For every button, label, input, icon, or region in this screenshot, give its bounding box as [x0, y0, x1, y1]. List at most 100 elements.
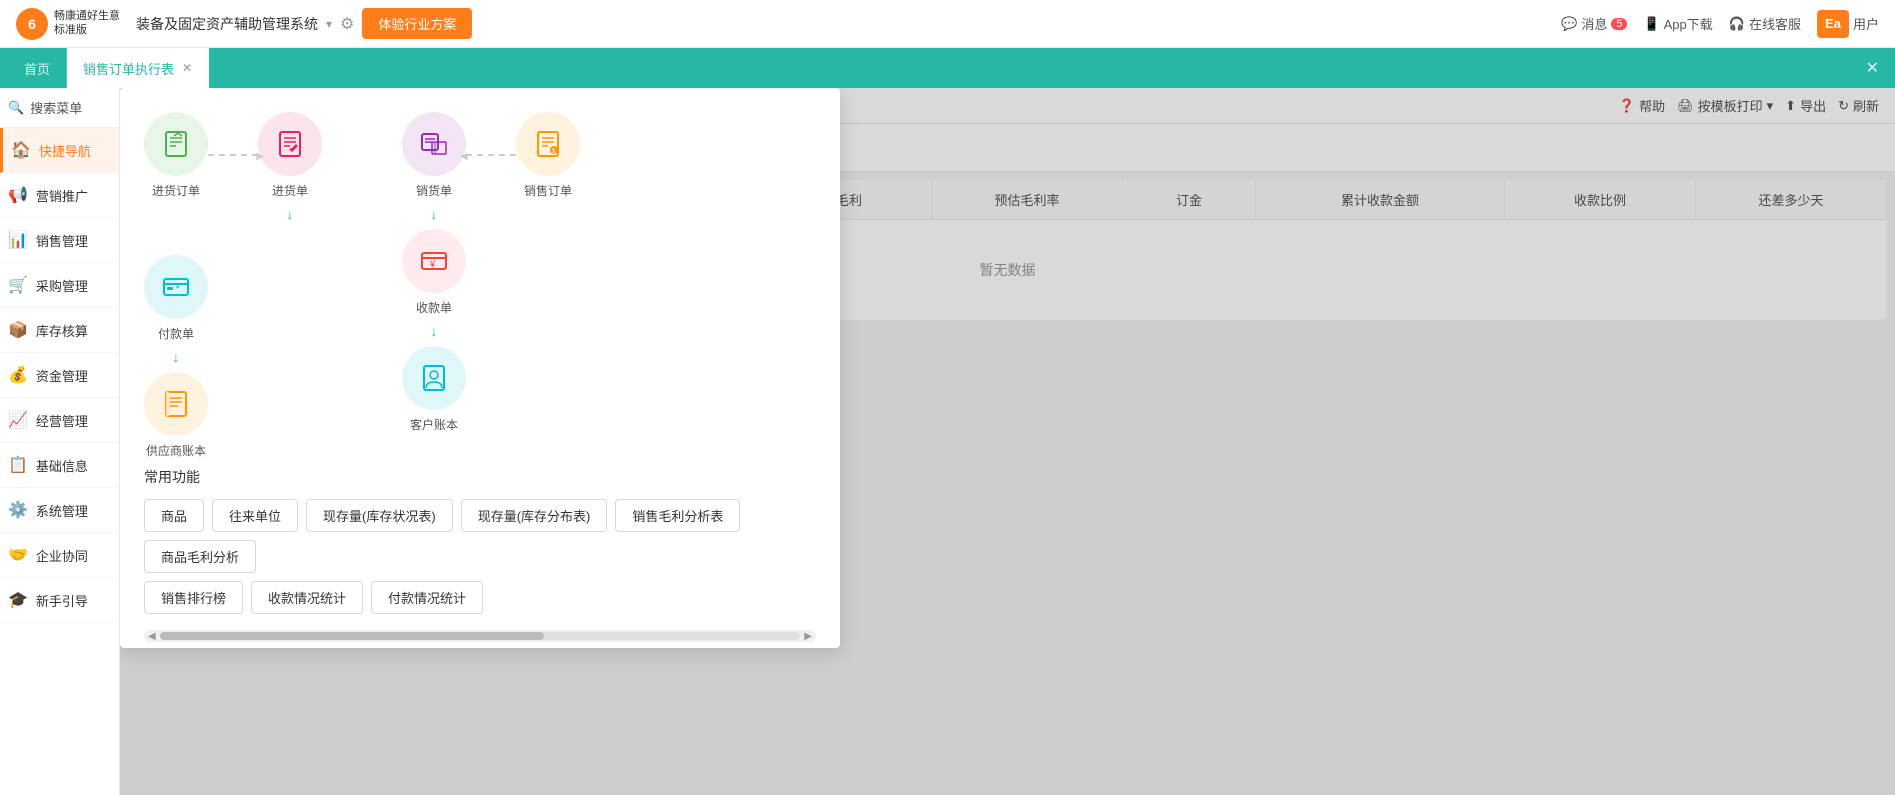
sidebar-item-marketing[interactable]: 📢 营销推广 — [0, 173, 119, 218]
common-title: 常用功能 — [144, 467, 816, 487]
supplier-ledger-icon — [144, 372, 208, 436]
flow-item-receipt[interactable]: ¥ 收款单 — [402, 229, 466, 316]
sidebar-item-finance[interactable]: 💰 资金管理 — [0, 353, 119, 398]
common-functions: 常用功能 商品 往来单位 现存量(库存状况表) 现存量(库存分布表) 销售毛利分… — [144, 467, 816, 614]
modal-overlay: 进货订单 ¥ 付款单 ↓ — [120, 88, 1895, 795]
chart-icon: 📈 — [8, 410, 28, 430]
sidebar-item-purchase[interactable]: 🛒 采购管理 — [0, 263, 119, 308]
sidebar-item-system[interactable]: ⚙️ 系统管理 — [0, 488, 119, 533]
handshake-icon: 🤝 — [8, 545, 28, 565]
tab-sales-order[interactable]: 销售订单执行表 ✕ — [67, 48, 209, 88]
flow-item-payment[interactable]: ¥ 付款单 — [144, 255, 208, 342]
tab-close-icon[interactable]: ✕ — [182, 61, 192, 75]
func-btn-stock-dist[interactable]: 现存量(库存分布表) — [461, 499, 608, 532]
sidebar: 🔍 搜索菜单 🏠 快捷导航 📢 营销推广 📊 销售管理 🛒 采购管理 📦 库存核… — [0, 88, 120, 795]
trial-button[interactable]: 体验行业方案 — [362, 8, 472, 39]
sidebar-item-basic-info[interactable]: 📋 基础信息 — [0, 443, 119, 488]
content-area: ❓ 帮助 🖨 按模板打印 ▾ ⬆ 导出 ↻ 刷新 — [120, 88, 1895, 795]
flow-item-purchase-order[interactable]: 进货订单 — [144, 112, 208, 199]
scroll-thumb[interactable] — [160, 632, 544, 640]
message-item[interactable]: 💬 消息 5 — [1561, 14, 1627, 33]
function-buttons: 商品 往来单位 现存量(库存状况表) 现存量(库存分布表) 销售毛利分析表 商品… — [144, 499, 816, 573]
arrow-purchase-order-to-purchase — [208, 154, 258, 156]
logo-text: 畅康通好生意 标准版 — [54, 10, 120, 36]
megaphone-icon: 📢 — [8, 185, 28, 205]
payment-icon: ¥ — [144, 255, 208, 319]
payment-label: 付款单 — [158, 325, 194, 342]
sidebar-item-enterprise[interactable]: 🤝 企业协同 — [0, 533, 119, 578]
func-btn-product-profit[interactable]: 商品毛利分析 — [144, 540, 256, 573]
func-btn-product[interactable]: 商品 — [144, 499, 204, 532]
main-layout: 🔍 搜索菜单 🏠 快捷导航 📢 营销推广 📊 销售管理 🛒 采购管理 📦 库存核… — [0, 88, 1895, 795]
logo-icon: 6 — [16, 8, 48, 40]
modal-scrollbar[interactable]: ◀ ▶ — [144, 630, 816, 642]
user-item[interactable]: Ea 用户 — [1817, 10, 1879, 38]
sales-shipment-label: 销货单 — [416, 182, 452, 199]
sidebar-item-sales[interactable]: 📊 销售管理 — [0, 218, 119, 263]
search-icon: 🔍 — [8, 100, 24, 116]
customer-ledger-icon — [402, 346, 466, 410]
logo-area: 6 畅康通好生意 标准版 — [16, 8, 136, 40]
sidebar-item-inventory[interactable]: 📦 库存核算 — [0, 308, 119, 353]
guide-icon: 🎓 — [8, 590, 28, 610]
top-bar: 6 畅康通好生意 标准版 装备及固定资产辅助管理系统 ▾ ⚙ 体验行业方案 💬 … — [0, 0, 1895, 48]
flow-item-customer-ledger[interactable]: 客户账本 — [402, 346, 466, 433]
headset-icon: 🎧 — [1729, 16, 1745, 32]
close-all-tabs[interactable]: ✕ — [1858, 58, 1887, 78]
function-buttons-row2: 销售排行榜 收款情况统计 付款情况统计 — [144, 581, 816, 614]
tab-home[interactable]: 首页 — [8, 48, 67, 88]
down-arrow-3: ↓ — [431, 207, 438, 221]
sales-order-label: 销售订单 — [524, 182, 572, 199]
sidebar-item-guide[interactable]: 🎓 新手引导 — [0, 578, 119, 623]
purchase-order-label: 进货订单 — [152, 182, 200, 199]
func-btn-payment-stats[interactable]: 付款情况统计 — [371, 581, 483, 614]
app-download-item[interactable]: 📱 App下载 — [1643, 14, 1712, 33]
flow-item-sales-shipment[interactable]: 销货单 — [402, 112, 466, 199]
func-btn-partner[interactable]: 往来单位 — [212, 499, 298, 532]
message-badge: 5 — [1611, 18, 1627, 30]
svg-text:¥: ¥ — [429, 259, 436, 269]
settings-icon: ⚙️ — [8, 500, 28, 520]
sidebar-search[interactable]: 🔍 搜索菜单 — [0, 88, 119, 128]
scroll-right-icon[interactable]: ▶ — [800, 631, 816, 642]
sales-icon: 📊 — [8, 230, 28, 250]
dropdown-arrow-icon[interactable]: ▾ — [326, 17, 332, 31]
receipt-label: 收款单 — [416, 299, 452, 316]
cart-icon: 🛒 — [8, 275, 28, 295]
nav-tabs: 首页 销售订单执行表 ✕ ✕ — [0, 48, 1895, 88]
list-icon: 📋 — [8, 455, 28, 475]
flow-item-supplier-ledger[interactable]: 供应商账本 — [144, 372, 208, 459]
func-btn-stock-status[interactable]: 现存量(库存状况表) — [306, 499, 453, 532]
sidebar-item-operations[interactable]: 📈 经营管理 — [0, 398, 119, 443]
gear-icon[interactable]: ⚙ — [340, 14, 354, 34]
svg-text:¥: ¥ — [176, 285, 180, 291]
down-arrow-1: ↓ — [173, 350, 180, 364]
sidebar-item-quick-nav[interactable]: 🏠 快捷导航 — [0, 128, 119, 173]
sales-order-icon: $ — [516, 112, 580, 176]
arrow-sales-order-to-shipment — [466, 154, 516, 156]
download-icon: 📱 — [1643, 16, 1659, 32]
online-service-item[interactable]: 🎧 在线客服 — [1729, 14, 1801, 33]
func-btn-receipt-stats[interactable]: 收款情况统计 — [251, 581, 363, 614]
down-arrow-2: ↓ — [287, 207, 294, 221]
supplier-ledger-label: 供应商账本 — [146, 442, 206, 459]
purchase-order-icon — [144, 112, 208, 176]
scroll-track — [160, 632, 801, 640]
customer-ledger-label: 客户账本 — [410, 416, 458, 433]
func-btn-sales-profit[interactable]: 销售毛利分析表 — [615, 499, 740, 532]
purchase-icon — [258, 112, 322, 176]
box-icon: 📦 — [8, 320, 28, 340]
user-avatar: Ea — [1817, 10, 1849, 38]
scroll-left-icon[interactable]: ◀ — [144, 631, 160, 642]
top-right: 💬 消息 5 📱 App下载 🎧 在线客服 Ea 用户 — [1561, 10, 1879, 38]
sales-shipment-icon — [402, 112, 466, 176]
home-icon: 🏠 — [11, 140, 31, 160]
func-btn-sales-rank[interactable]: 销售排行榜 — [144, 581, 243, 614]
flow-item-sales-order[interactable]: $ 销售订单 — [516, 112, 580, 199]
modal-box: 进货订单 ¥ 付款单 ↓ — [120, 88, 840, 648]
down-arrow-4: ↓ — [431, 324, 438, 338]
message-icon: 💬 — [1561, 16, 1577, 32]
system-title: 装备及固定资产辅助管理系统 ▾ ⚙ 体验行业方案 — [136, 8, 1561, 39]
flow-item-purchase[interactable]: 进货单 — [258, 112, 322, 199]
purchase-label: 进货单 — [272, 182, 308, 199]
